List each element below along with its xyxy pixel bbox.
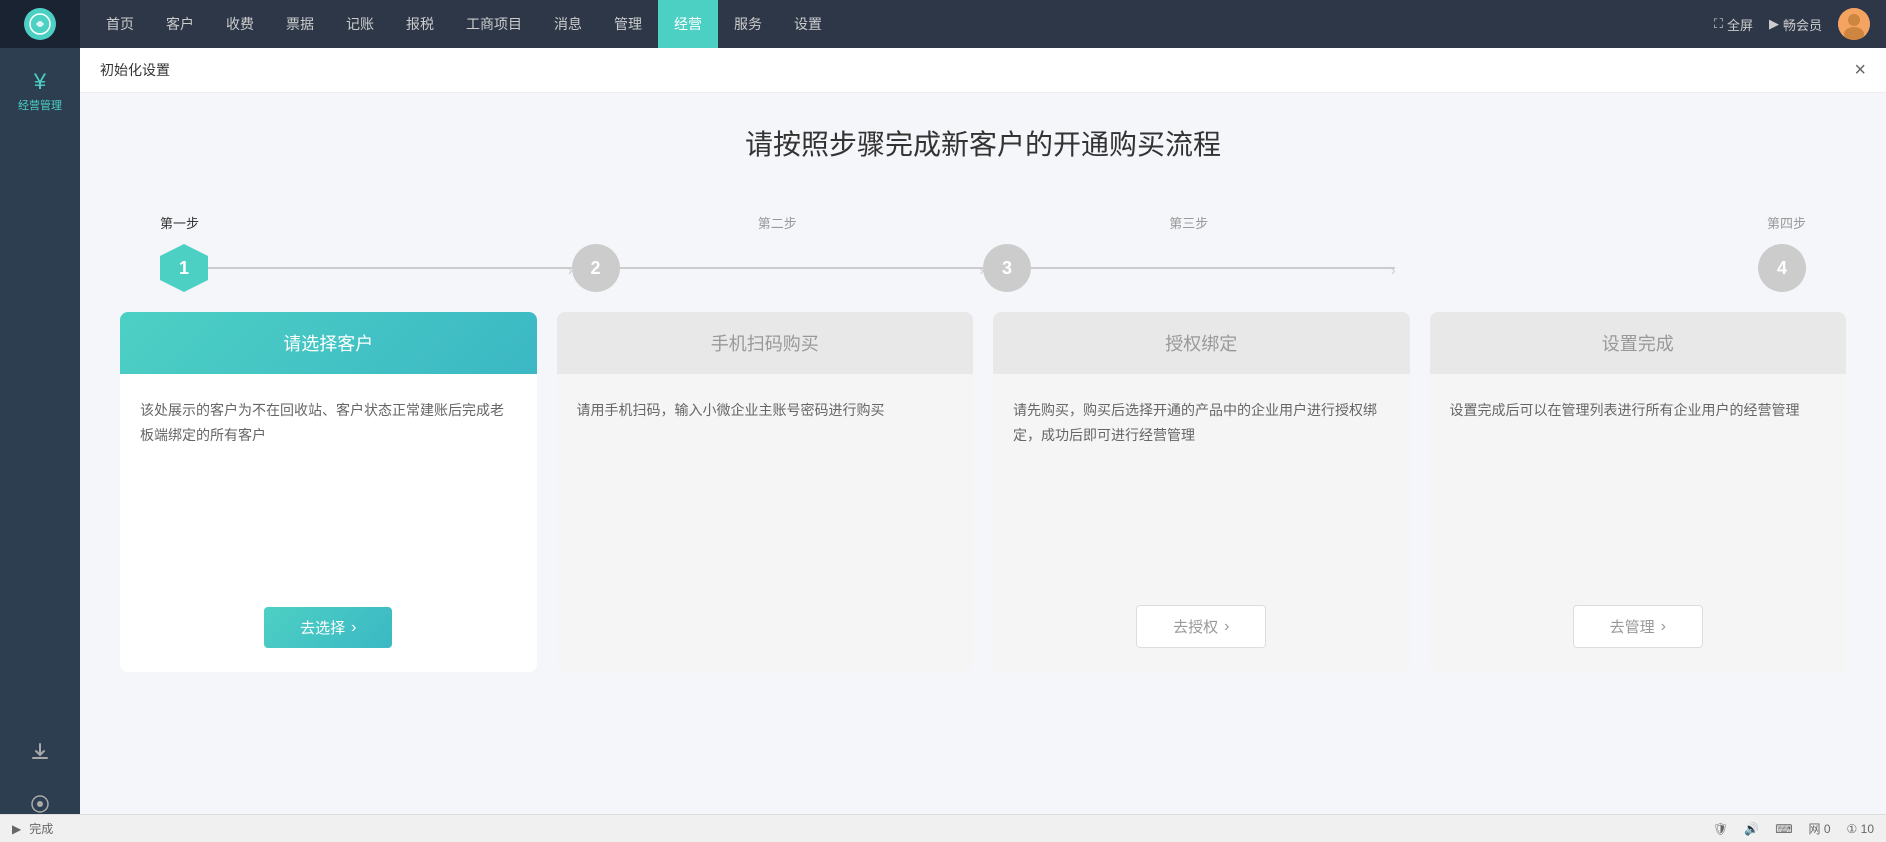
card4-body: 设置完成后可以在管理列表进行所有企业用户的经营管理 [1430,374,1847,589]
card2-footer [557,632,974,672]
nav-right: ⛶ 全屏 ▶ 畅会员 [1698,8,1886,40]
card1-body: 该处展示的客户为不在回收站、客户状态正常建账后完成老板端绑定的所有客户 [120,374,537,591]
go-authorize-button[interactable]: 去授权 › [1136,605,1266,648]
main-content: 初始化设置 × 请按照步骤完成新客户的开通购买流程 第一步 1 › [80,48,1886,842]
play-icon: ▶ [1769,16,1779,32]
status-bar: ▶ 完成 🛡 🔊 ⌨ 网 0 ① 10 [0,814,1886,842]
nav-service[interactable]: 服务 [718,0,778,48]
step3-circle: 3 [983,244,1031,292]
step-container-2: 第二步 2 › [572,213,984,292]
sidebar: ¥ 经营管理 [0,48,80,842]
nav-tax[interactable]: 报税 [390,0,450,48]
status-label: 完成 [29,820,53,837]
download-icon [26,738,54,766]
cards-row: 请选择客户 该处展示的客户为不在回收站、客户状态正常建账后完成老板端绑定的所有客… [120,312,1846,672]
card1-footer: 去选择 › [120,591,537,672]
card3-body: 请先购买，购买后选择开通的产品中的企业用户进行授权绑定，成功后即可进行经营管理 [993,374,1410,589]
close-button[interactable]: × [1854,60,1866,80]
sidebar-item-operation[interactable]: ¥ 经营管理 [0,56,80,125]
arrow-icon-4: › [1661,618,1666,636]
nav-business[interactable]: 工商项目 [450,0,538,48]
page-title: 初始化设置 [100,60,170,80]
go-manage-button[interactable]: 去管理 › [1573,605,1703,648]
step-container-1: 第一步 1 › [120,213,572,292]
play-icon-status: ▶ [12,822,21,836]
fullscreen-icon: ⛶ [1714,16,1723,32]
step4-circle: 4 [1758,244,1806,292]
step3-label: 第三步 [1169,213,1208,232]
nav-operation[interactable]: 经营 [658,0,718,48]
nav-manage[interactable]: 管理 [598,0,658,48]
top-navigation: 首页 客户 收费 票据 记账 报税 工商项目 消息 管理 经营 服务 设置 ⛶ … [0,0,1886,48]
arrow-icon: › [351,619,356,637]
nav-home[interactable]: 首页 [90,0,150,48]
card1-header: 请选择客户 [120,312,537,374]
step2-line: › [620,267,984,269]
card3-header: 授权绑定 [993,312,1410,374]
status-bar-right: 🛡 🔊 ⌨ 网 0 ① 10 [1713,820,1874,837]
keyboard-icon: ⌨ [1775,822,1792,836]
volume-icon: 🔊 [1744,822,1759,836]
step1-circle: 1 [160,244,208,292]
app-body: ¥ 经营管理 [0,48,1886,842]
main-heading: 请按照步骤完成新客户的开通购买流程 [120,123,1846,163]
step4-label: 第四步 [1767,213,1806,232]
card4-footer: 去管理 › [1430,589,1847,672]
step3-line: › [1031,267,1395,269]
nav-invoice[interactable]: 票据 [270,0,330,48]
step-card-4: 设置完成 设置完成后可以在管理列表进行所有企业用户的经营管理 去管理 › [1430,312,1847,672]
step-container-4: 第四步 4 [1395,213,1847,292]
circle-status: ① 10 [1847,822,1874,836]
nav-settings[interactable]: 设置 [778,0,838,48]
fullscreen-button[interactable]: ⛶ 全屏 [1714,15,1753,34]
step-card-1: 请选择客户 该处展示的客户为不在回收站、客户状态正常建账后完成老板端绑定的所有客… [120,312,537,672]
sidebar-download[interactable] [0,726,80,778]
steps-flow: 第一步 1 › 第二步 2 [120,213,1846,292]
step2-label: 第二步 [758,213,797,232]
shield-icon: 🛡 [1713,822,1728,836]
nav-message[interactable]: 消息 [538,0,598,48]
nav-fee[interactable]: 收费 [210,0,270,48]
app-logo [24,8,56,40]
step1-label: 第一步 [160,213,199,232]
card2-body: 请用手机扫码，输入小微企业主账号密码进行购买 [557,374,974,632]
logo-area [0,0,80,48]
step-container-3: 第三步 3 › [983,213,1395,292]
nav-accounting[interactable]: 记账 [330,0,390,48]
nav-customer[interactable]: 客户 [150,0,210,48]
step-card-2: 手机扫码购买 请用手机扫码，输入小微企业主账号密码进行购买 [557,312,974,672]
yuan-icon: ¥ [26,68,54,96]
member-button[interactable]: ▶ 畅会员 [1769,15,1822,34]
step1-line: › [208,267,572,269]
page-header: 初始化设置 × [80,48,1886,93]
arrow-icon-3: › [1224,618,1229,636]
card2-header: 手机扫码购买 [557,312,974,374]
go-select-button[interactable]: 去选择 › [264,607,392,648]
user-avatar[interactable] [1838,8,1870,40]
step-card-3: 授权绑定 请先购买，购买后选择开通的产品中的企业用户进行授权绑定，成功后即可进行… [993,312,1410,672]
card3-footer: 去授权 › [993,589,1410,672]
network-status: 网 0 [1809,820,1831,837]
step2-circle: 2 [572,244,620,292]
nav-items: 首页 客户 收费 票据 记账 报税 工商项目 消息 管理 经营 服务 设置 [80,0,1698,48]
content-area: 请按照步骤完成新客户的开通购买流程 第一步 1 › 第二步 [80,93,1886,702]
card4-header: 设置完成 [1430,312,1847,374]
